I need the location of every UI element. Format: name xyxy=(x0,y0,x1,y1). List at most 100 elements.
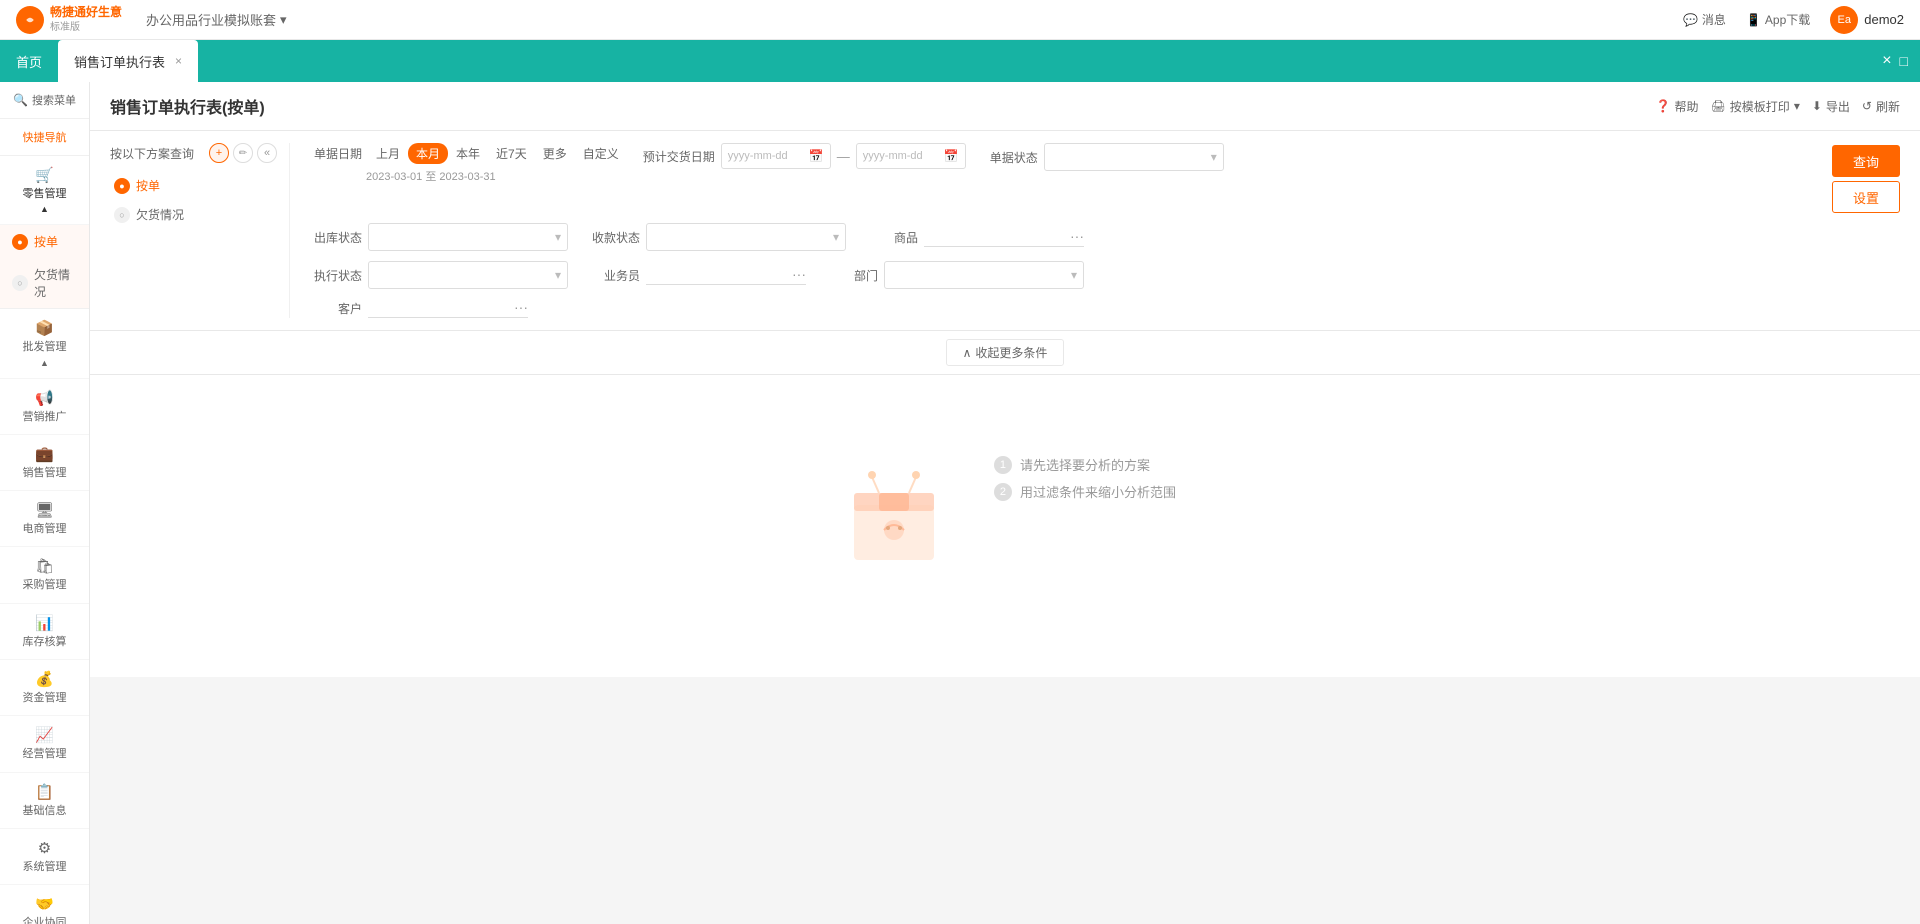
sidebar-item-marketing[interactable]: 📢 营销推广 xyxy=(0,379,89,435)
date-tab-last-month[interactable]: 上月 xyxy=(368,143,408,164)
basic-icon: 📋 xyxy=(35,783,54,801)
expected-date-field: 预计交货日期 yyyy-mm-dd 📅 — yyyy-mm-dd 📅 xyxy=(643,143,966,169)
chevron-icon: ▲ xyxy=(40,358,49,368)
date-tab-7days[interactable]: 近7天 xyxy=(488,143,535,164)
department-field: 部门 ▾ xyxy=(822,261,1084,289)
operation-icon: 📈 xyxy=(35,726,54,744)
sidebar-item-inventory[interactable]: 📊 库存核算 xyxy=(0,604,89,660)
empty-steps: 1 请先选择要分析的方案 2 用过滤条件来缩小分析范围 xyxy=(994,455,1176,509)
sidebar-item-operation[interactable]: 📈 经营管理 xyxy=(0,716,89,772)
sidebar-item-system[interactable]: ⚙ 系统管理 xyxy=(0,829,89,885)
sidebar-item-wholesale[interactable]: 📦 批发管理 ▲ xyxy=(0,309,89,378)
payment-status-select[interactable]: ▾ xyxy=(646,223,846,251)
main-layout: 🔍 搜索菜单 快捷导航 🛒 零售管理 ▲ ● 按单 ○ 欠货情况 xyxy=(0,82,1920,924)
nav-tabs: 首页 销售订单执行表 × × □ xyxy=(0,40,1920,82)
collapse-more-button[interactable]: ∧ 收起更多条件 xyxy=(946,339,1065,366)
sidebar-item-sales[interactable]: 💼 销售管理 xyxy=(0,435,89,491)
ecommerce-icon: 🖥 xyxy=(35,501,54,519)
user-area[interactable]: Ea demo2 xyxy=(1830,6,1904,34)
date-tab-this-year[interactable]: 本年 xyxy=(448,143,488,164)
help-button[interactable]: ❓ 帮助 xyxy=(1656,98,1699,115)
chevron-down-icon: ▾ xyxy=(1211,150,1217,164)
sidebar-item-purchase[interactable]: 🛍 采购管理 xyxy=(0,547,89,603)
export-icon: ⬇ xyxy=(1812,99,1822,113)
add-scheme-button[interactable]: + xyxy=(209,143,229,163)
filter-panel: 按以下方案查询 + ✏ « ● 按单 ○ 欠货情况 xyxy=(90,131,1920,331)
single-date-field: 单据日期 上月 本月 本年 近7天 更多 自定义 2023-03-01 至 20… xyxy=(306,143,627,184)
marketing-icon: 📢 xyxy=(35,389,54,407)
page-actions: ❓ 帮助 🖨 按模板打印 ▾ ⬇ 导出 ↺ 刷新 xyxy=(1656,98,1900,127)
exec-status-select[interactable]: ▾ xyxy=(368,261,568,289)
date-tab-custom[interactable]: 自定义 xyxy=(575,143,627,164)
filter-row-4: 客户 ··· xyxy=(306,299,1900,318)
ship-status-select[interactable]: ▾ xyxy=(368,223,568,251)
logo-icon xyxy=(16,6,44,34)
sidebar-item-corp[interactable]: 🤝 企业协同 xyxy=(0,885,89,924)
submenu-debt[interactable]: ○ 欠货情况 xyxy=(0,258,89,308)
export-button[interactable]: ⬇ 导出 xyxy=(1812,98,1850,115)
salesperson-dots[interactable]: ··· xyxy=(792,266,806,282)
sidebar-item-finance[interactable]: 💰 资金管理 xyxy=(0,660,89,716)
tab-home[interactable]: 首页 xyxy=(0,40,58,82)
doc-status-select[interactable]: ▾ xyxy=(1044,143,1224,171)
date-from-input[interactable]: yyyy-mm-dd 📅 xyxy=(721,143,831,169)
customer-dots[interactable]: ··· xyxy=(514,299,528,315)
scheme-item-order[interactable]: ● 按单 xyxy=(110,171,277,200)
template-print-button[interactable]: 🖨 按模板打印 ▾ xyxy=(1711,98,1800,115)
query-button[interactable]: 查询 xyxy=(1832,145,1900,177)
scheme-panel: 按以下方案查询 + ✏ « ● 按单 ○ 欠货情况 xyxy=(110,143,290,318)
scheme-item-debt[interactable]: ○ 欠货情况 xyxy=(110,200,277,229)
print-icon: 🖨 xyxy=(1711,99,1726,113)
date-tab-more[interactable]: 更多 xyxy=(535,143,575,164)
finance-icon: 💰 xyxy=(35,670,54,688)
edit-scheme-button[interactable]: ✏ xyxy=(233,143,253,163)
filter-fields: 单据日期 上月 本月 本年 近7天 更多 自定义 2023-03-01 至 20… xyxy=(290,143,1900,318)
scheme-actions: + ✏ « xyxy=(209,143,277,163)
calendar-icon-2: 📅 xyxy=(944,149,959,163)
date-tabs: 上月 本月 本年 近7天 更多 自定义 xyxy=(368,143,627,164)
search-icon: 🔍 xyxy=(13,93,28,107)
logo-text: 畅捷通好生意 标准版 xyxy=(50,5,122,34)
chevron-down-icon: ▾ xyxy=(280,12,287,28)
message-button[interactable]: 💬 消息 xyxy=(1683,11,1726,28)
dept-chevron-icon: ▾ xyxy=(1071,268,1077,282)
salesperson-field: 业务员 ··· xyxy=(584,266,806,285)
sidebar-item-basic[interactable]: 📋 基础信息 xyxy=(0,773,89,829)
app-download-button[interactable]: 📱 App下载 xyxy=(1746,11,1810,28)
close-window-icon[interactable]: × xyxy=(1882,52,1891,70)
date-range-display: 2023-03-01 至 2023-03-31 xyxy=(306,168,627,184)
sidebar: 🔍 搜索菜单 快捷导航 🛒 零售管理 ▲ ● 按单 ○ 欠货情况 xyxy=(0,82,90,924)
sidebar-item-ecommerce[interactable]: 🖥 电商管理 xyxy=(0,491,89,547)
empty-step-1: 1 请先选择要分析的方案 xyxy=(994,455,1176,474)
date-tab-this-month[interactable]: 本月 xyxy=(408,143,448,164)
quick-nav-button[interactable]: 快捷导航 xyxy=(0,119,89,156)
system-icon: ⚙ xyxy=(38,839,51,857)
corp-icon: 🤝 xyxy=(35,895,54,913)
topbar: 畅捷通好生意 标准版 办公用品行业模拟账套 ▾ 💬 消息 📱 App下载 Ea … xyxy=(0,0,1920,40)
calendar-icon: 📅 xyxy=(809,149,824,163)
department-select[interactable]: ▾ xyxy=(884,261,1084,289)
goods-input-area: ··· xyxy=(924,228,1084,247)
settings-button[interactable]: 设置 xyxy=(1832,181,1900,213)
purchase-icon: 🛍 xyxy=(35,557,54,575)
chevron-up-icon: ∧ xyxy=(963,346,972,360)
empty-step-2: 2 用过滤条件来缩小分析范围 xyxy=(994,482,1176,501)
date-to-input[interactable]: yyyy-mm-dd 📅 xyxy=(856,143,966,169)
sidebar-search-button[interactable]: 🔍 搜索菜单 xyxy=(0,82,89,119)
scheme-inactive-icon: ○ xyxy=(114,207,130,223)
content-area: 销售订单执行表(按单) ❓ 帮助 🖨 按模板打印 ▾ ⬇ 导出 ↺ 刷新 xyxy=(90,82,1920,924)
tab-sales-order-exec[interactable]: 销售订单执行表 × xyxy=(58,40,198,82)
company-selector[interactable]: 办公用品行业模拟账套 ▾ xyxy=(146,10,287,29)
filter-row-2: 出库状态 ▾ 收款状态 ▾ 商品 xyxy=(306,223,1900,251)
refresh-button[interactable]: ↺ 刷新 xyxy=(1862,98,1900,115)
expand-window-icon[interactable]: □ xyxy=(1900,53,1908,69)
tab-close-icon[interactable]: × xyxy=(175,54,182,68)
print-chevron-icon: ▾ xyxy=(1794,99,1800,113)
collapse-scheme-button[interactable]: « xyxy=(257,143,277,163)
goods-dots[interactable]: ··· xyxy=(1070,228,1084,244)
sidebar-item-retail[interactable]: 🛒 零售管理 ▲ xyxy=(0,156,89,225)
customer-field: 客户 ··· xyxy=(306,299,528,318)
logo-area: 畅捷通好生意 标准版 xyxy=(16,5,122,34)
submenu-order[interactable]: ● 按单 xyxy=(0,225,89,258)
app-icon: 📱 xyxy=(1746,13,1761,27)
